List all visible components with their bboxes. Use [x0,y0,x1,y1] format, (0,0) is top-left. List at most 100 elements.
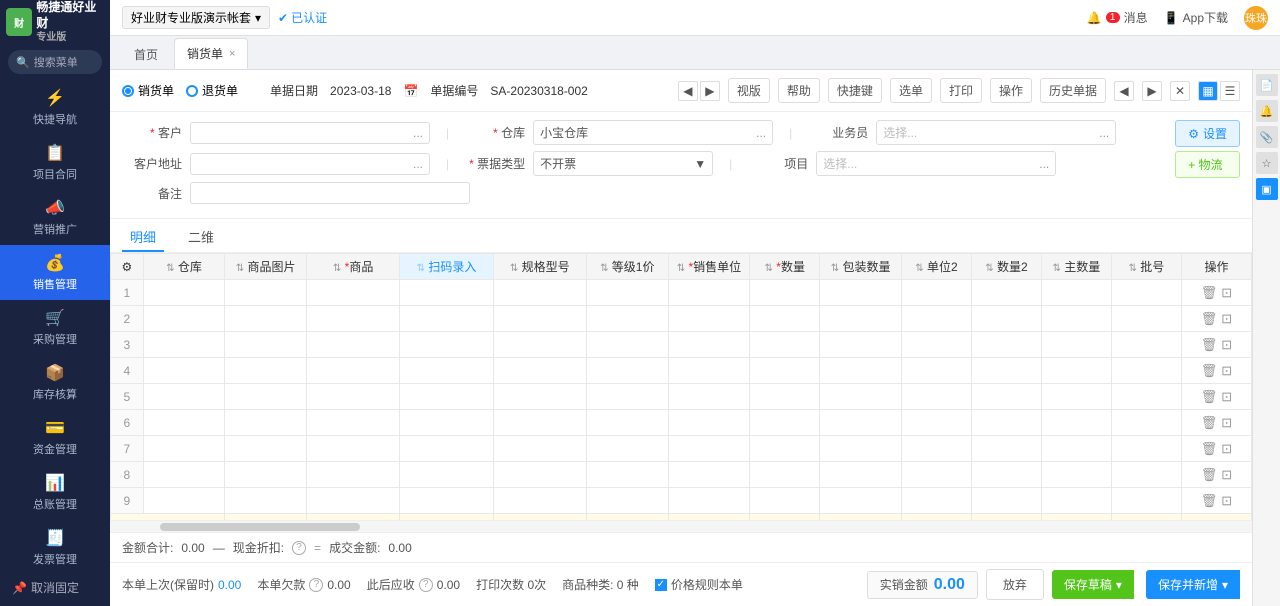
next-arrow[interactable]: ▶ [700,81,720,101]
sidebar-item-project[interactable]: 📋 项目合同 [0,135,110,190]
cell[interactable] [586,488,668,514]
print-btn[interactable]: 打印 [940,78,982,103]
cell[interactable] [901,332,971,358]
cell[interactable] [820,462,902,488]
cell[interactable] [586,358,668,384]
sidebar-item-funds[interactable]: 💳 资金管理 [0,410,110,465]
right-panel-icon-1[interactable]: 📄 [1256,74,1278,96]
sidebar-search[interactable]: 🔍 搜索菜单 [0,44,110,80]
save-new-button[interactable]: 保存并新增 ▾ [1146,570,1240,599]
salesperson-dots-icon[interactable]: ... [1099,126,1109,140]
copy-row-icon[interactable]: ⊡ [1221,389,1232,405]
cell[interactable] [143,462,225,488]
cell[interactable] [306,410,399,436]
help-btn[interactable]: 帮助 [778,78,820,103]
cell[interactable] [143,358,225,384]
cell[interactable] [971,436,1041,462]
cell[interactable] [901,488,971,514]
cell[interactable] [225,436,307,462]
cell[interactable] [1111,384,1181,410]
company-selector[interactable]: 好业财专业版演示帐套 ▾ [122,6,270,29]
cell[interactable] [901,436,971,462]
tab-2d[interactable]: 二维 [180,223,222,252]
right-panel-icon-4[interactable]: ☆ [1256,152,1278,174]
col-pack-qty[interactable]: ⇅ 包装数量 [820,254,902,280]
cell[interactable] [586,280,668,306]
price-check-item[interactable]: ✓ 价格规则本单 [655,576,743,593]
cell[interactable] [493,332,586,358]
cell[interactable] [1041,488,1111,514]
delete-row-icon[interactable]: 🗑 [1201,389,1218,405]
delete-row-icon[interactable]: 🗑 [1201,285,1218,301]
cell[interactable] [586,462,668,488]
cell[interactable] [1111,462,1181,488]
cell[interactable] [1041,306,1111,332]
cell[interactable] [225,332,307,358]
prev-arrow[interactable]: ◀ [678,81,698,101]
cell[interactable] [493,410,586,436]
set-btn[interactable]: ⚙ 设置 [1175,120,1240,147]
cell[interactable] [306,488,399,514]
shortcut-btn[interactable]: 快捷键 [828,78,882,103]
cell[interactable] [820,332,902,358]
copy-row-icon[interactable]: ⊡ [1221,363,1232,379]
cell[interactable] [225,280,307,306]
cell[interactable] [586,410,668,436]
cell[interactable] [1041,358,1111,384]
cell[interactable] [820,280,902,306]
cell[interactable] [1111,332,1181,358]
col-qty[interactable]: ⇅ *数量 [750,254,820,280]
cell[interactable] [143,280,225,306]
sidebar-item-purchase[interactable]: 🛒 采购管理 [0,300,110,355]
col-batch-input[interactable]: ⇅ 扫码录入 [400,254,493,280]
radio-return-order[interactable]: 退货单 [186,82,238,99]
delete-row-icon[interactable]: 🗑 [1201,441,1218,457]
addr-dots-icon[interactable]: ... [413,157,423,171]
cell[interactable] [668,306,750,332]
cell[interactable] [225,462,307,488]
right-panel-icon-3[interactable]: 📎 [1256,126,1278,148]
salesperson-input[interactable]: 选择... ... [876,120,1116,145]
copy-row-icon[interactable]: ⊡ [1221,311,1232,327]
cell[interactable] [820,436,902,462]
cell[interactable] [971,280,1041,306]
cell[interactable] [400,384,493,410]
copy-row-icon[interactable]: ⊡ [1221,493,1232,509]
cell[interactable] [750,462,820,488]
cell[interactable] [750,358,820,384]
select-btn[interactable]: 选单 [890,78,932,103]
debt-help-icon[interactable]: ? [309,578,323,592]
cell[interactable] [400,410,493,436]
warehouse-dots-icon[interactable]: ... [756,126,766,140]
cell[interactable] [493,384,586,410]
cell[interactable] [225,488,307,514]
cell[interactable] [901,462,971,488]
sidebar-item-accounting[interactable]: 📊 总账管理 [0,465,110,520]
cell[interactable] [400,462,493,488]
delete-row-icon[interactable]: 🗑 [1201,337,1218,353]
cell[interactable] [750,436,820,462]
add-logistics-btn[interactable]: + 物流 [1175,151,1240,178]
cell[interactable] [143,410,225,436]
tab-close-icon[interactable]: × [229,48,235,60]
customer-input[interactable]: ... [190,122,430,144]
scroll-thumb[interactable] [160,523,360,531]
cell[interactable] [971,410,1041,436]
cell[interactable] [493,280,586,306]
cell[interactable] [143,488,225,514]
sidebar-item-marketing[interactable]: 📣 营销推广 [0,190,110,245]
sidebar-item-quick-nav[interactable]: ⚡ 快捷导航 [0,80,110,135]
cell[interactable] [225,384,307,410]
cell[interactable] [493,436,586,462]
cell[interactable] [306,436,399,462]
price-check-checkbox[interactable]: ✓ [655,579,667,591]
cell[interactable] [901,358,971,384]
cell[interactable] [1041,436,1111,462]
cancel-fixed-btn[interactable]: 📌 取消固定 [8,575,102,600]
cell[interactable] [971,462,1041,488]
discount-help-icon[interactable]: ? [292,541,306,555]
cell[interactable] [668,332,750,358]
project-dots-icon[interactable]: ... [1039,157,1049,171]
receivable-help-icon[interactable]: ? [419,578,433,592]
copy-row-icon[interactable]: ⊡ [1221,415,1232,431]
